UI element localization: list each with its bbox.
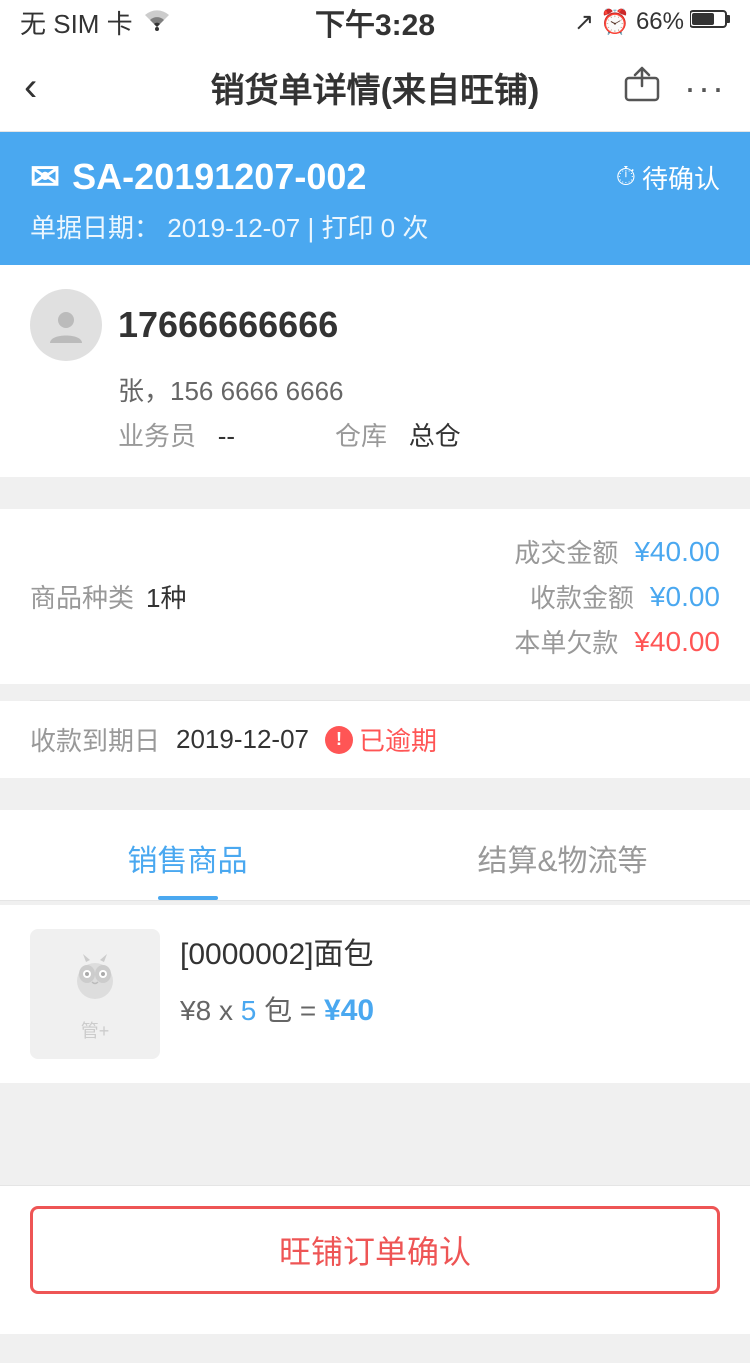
debt-amount: 本单欠款 ¥40.00 <box>514 623 720 660</box>
battery-text: 66% <box>636 8 684 36</box>
status-bar: 无 SIM 卡 下午3:28 ↗ ⏰ 66% <box>0 0 750 44</box>
customer-row: 17666666666 <box>30 289 720 361</box>
warehouse-label: 仓库 <box>335 421 387 451</box>
debt-value: ¥40.00 <box>634 626 720 658</box>
transaction-label: 成交金额 <box>514 533 618 570</box>
product-section: 管+ [0000002]面包 ¥8 x 5 包 = ¥40 <box>0 905 750 1083</box>
customer-avatar <box>30 289 102 361</box>
customer-name: 张，156 6666 6666 <box>118 371 720 408</box>
status-right: ↗ ⏰ 66% <box>574 8 730 37</box>
confirm-button-label: 旺铺订单确认 <box>279 1227 471 1273</box>
transaction-amount: 成交金额 ¥40.00 <box>514 533 720 570</box>
product-title: 面包 <box>313 938 373 971</box>
status-text: 待确认 <box>642 159 720 196</box>
customer-meta: 业务员 -- 仓库 总仓 <box>118 416 720 453</box>
due-date-value: 2019-12-07 <box>176 724 309 755</box>
more-icon[interactable]: ··· <box>684 67 726 109</box>
due-section: 收款到期日 2019-12-07 ! 已逾期 <box>0 701 750 778</box>
nav-bar: ‹ 销货单详情(来自旺铺) ··· <box>0 44 750 132</box>
tabs-row: 销售商品 结算&物流等 <box>0 810 750 900</box>
confirm-button[interactable]: 旺铺订单确认 <box>30 1206 720 1294</box>
product-info: [0000002]面包 ¥8 x 5 包 = ¥40 <box>180 929 720 1029</box>
date-value: 2019-12-07 <box>167 213 300 243</box>
product-owl-icon <box>65 946 125 1013</box>
clock-icon: ⏱ <box>616 161 636 193</box>
status-left: 无 SIM 卡 <box>20 4 173 41</box>
received-label: 收款金额 <box>530 578 634 615</box>
product-item: 管+ [0000002]面包 ¥8 x 5 包 = ¥40 <box>30 929 720 1059</box>
share-icon[interactable] <box>624 66 660 110</box>
product-kind-label: 商品种类 <box>30 578 134 615</box>
received-amount: 收款金额 ¥0.00 <box>530 578 720 615</box>
back-button[interactable]: ‹ <box>24 65 84 110</box>
salesman-value: -- <box>218 421 235 451</box>
nav-actions: ··· <box>624 66 726 110</box>
product-brand-text: 管+ <box>81 1017 110 1043</box>
order-icon: ✉ <box>30 156 60 198</box>
salesman-label: 业务员 <box>118 421 196 451</box>
bottom-bar: 旺铺订单确认 <box>0 1185 750 1334</box>
order-id-text: SA-20191207-002 <box>72 156 366 198</box>
product-code: [0000002] <box>180 938 313 971</box>
date-label: 单据日期： <box>30 213 160 243</box>
debt-label: 本单欠款 <box>514 623 618 660</box>
divider-1 <box>0 493 750 509</box>
battery-icon <box>690 8 730 36</box>
location-icon: ↗ <box>574 8 594 37</box>
transaction-value: ¥40.00 <box>634 536 720 568</box>
customer-section: 17666666666 张，156 6666 6666 业务员 -- 仓库 总仓 <box>0 265 750 477</box>
wifi-icon <box>141 7 173 38</box>
tab-sales-product-label: 销售商品 <box>128 845 248 878</box>
order-id: ✉ SA-20191207-002 <box>30 156 366 198</box>
product-equals: = <box>300 995 324 1026</box>
amount-section: 商品种类 1种 成交金额 ¥40.00 收款金额 ¥0.00 本单欠款 ¥40.… <box>0 509 750 684</box>
product-thumbnail: 管+ <box>30 929 160 1059</box>
product-unit: 包 <box>264 995 292 1026</box>
product-name: [0000002]面包 <box>180 929 720 973</box>
alarm-icon: ⏰ <box>600 8 630 37</box>
tabs-section: 销售商品 结算&物流等 <box>0 810 750 901</box>
tab-settlement[interactable]: 结算&物流等 <box>375 810 750 900</box>
product-price: ¥8 <box>180 995 211 1026</box>
order-date: 单据日期： 2019-12-07 | 打印 0 次 <box>30 208 720 245</box>
tab-sales-product[interactable]: 销售商品 <box>0 810 375 900</box>
print-info: | 打印 0 次 <box>307 213 428 243</box>
customer-phone: 17666666666 <box>118 304 338 346</box>
divider-4 <box>0 901 750 903</box>
overdue-badge: ! 已逾期 <box>325 721 437 758</box>
product-kind-info: 商品种类 1种 <box>30 533 375 660</box>
amounts-right: 成交金额 ¥40.00 收款金额 ¥0.00 本单欠款 ¥40.00 <box>375 533 720 660</box>
status-time: 下午3:28 <box>315 0 435 44</box>
product-quantity: 5 <box>241 995 257 1026</box>
carrier-text: 无 SIM 卡 <box>20 4 133 41</box>
warehouse-value: 总仓 <box>409 421 461 451</box>
order-status: ⏱ 待确认 <box>616 159 720 196</box>
tab-settlement-label: 结算&物流等 <box>477 845 647 878</box>
received-value: ¥0.00 <box>650 581 720 613</box>
due-label: 收款到期日 <box>30 721 160 758</box>
order-header: ✉ SA-20191207-002 ⏱ 待确认 单据日期： 2019-12-07… <box>0 132 750 265</box>
product-multiply: x <box>219 995 241 1026</box>
product-total: ¥40 <box>324 994 374 1027</box>
divider-3 <box>0 778 750 794</box>
page-title: 销货单详情(来自旺铺) <box>211 63 540 112</box>
product-price-row: ¥8 x 5 包 = ¥40 <box>180 989 720 1029</box>
order-id-row: ✉ SA-20191207-002 ⏱ 待确认 <box>30 156 720 198</box>
product-kind-value: 1种 <box>146 578 186 615</box>
overdue-icon: ! <box>325 726 353 754</box>
product-kind: 商品种类 1种 <box>30 578 375 615</box>
overdue-text: 已逾期 <box>359 721 437 758</box>
